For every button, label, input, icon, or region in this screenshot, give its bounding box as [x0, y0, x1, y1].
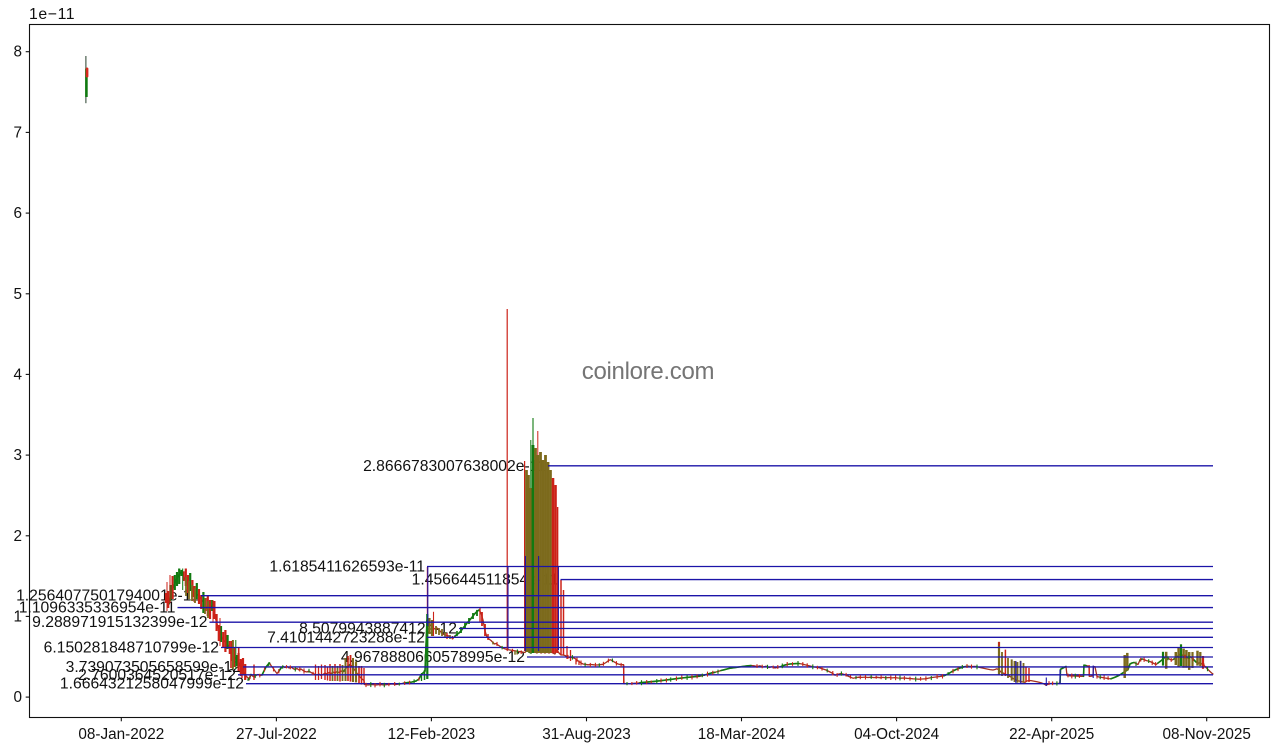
svg-text:04-Oct-2024: 04-Oct-2024 — [854, 726, 940, 743]
svg-text:08-Nov-2025: 08-Nov-2025 — [1162, 726, 1250, 743]
svg-text:3: 3 — [13, 447, 22, 464]
svg-text:08-Jan-2022: 08-Jan-2022 — [78, 726, 164, 743]
svg-text:22-Apr-2025: 22-Apr-2025 — [1009, 726, 1094, 743]
svg-text:31-Aug-2023: 31-Aug-2023 — [542, 726, 630, 743]
svg-text:4.9678880660578995e-12: 4.9678880660578995e-12 — [341, 649, 525, 666]
svg-text:5: 5 — [13, 286, 22, 303]
svg-text:1e−11: 1e−11 — [29, 6, 75, 23]
svg-text:8: 8 — [13, 44, 22, 61]
svg-text:1.6664321258047999e-12: 1.6664321258047999e-12 — [60, 676, 244, 693]
svg-text:27-Jul-2022: 27-Jul-2022 — [236, 726, 317, 743]
svg-text:2: 2 — [13, 528, 22, 545]
svg-text:1.6185411626593e-11: 1.6185411626593e-11 — [269, 559, 425, 576]
svg-text:4: 4 — [13, 366, 22, 383]
svg-text:7.4101442723288e-12: 7.4101442723288e-12 — [267, 629, 425, 646]
svg-text:9.288971915132399e-12: 9.288971915132399e-12 — [32, 614, 207, 631]
svg-text:18-Mar-2024: 18-Mar-2024 — [698, 726, 786, 743]
svg-text:2.8666783007638002e-11: 2.8666783007638002e-11 — [363, 458, 546, 475]
svg-text:6.150281848710799e-12: 6.150281848710799e-12 — [44, 640, 219, 657]
svg-text:6: 6 — [13, 205, 22, 222]
svg-text:12-Feb-2023: 12-Feb-2023 — [388, 726, 476, 743]
svg-text:0: 0 — [13, 689, 22, 706]
svg-text:coinlore.com: coinlore.com — [582, 358, 714, 385]
svg-text:7: 7 — [13, 124, 22, 141]
